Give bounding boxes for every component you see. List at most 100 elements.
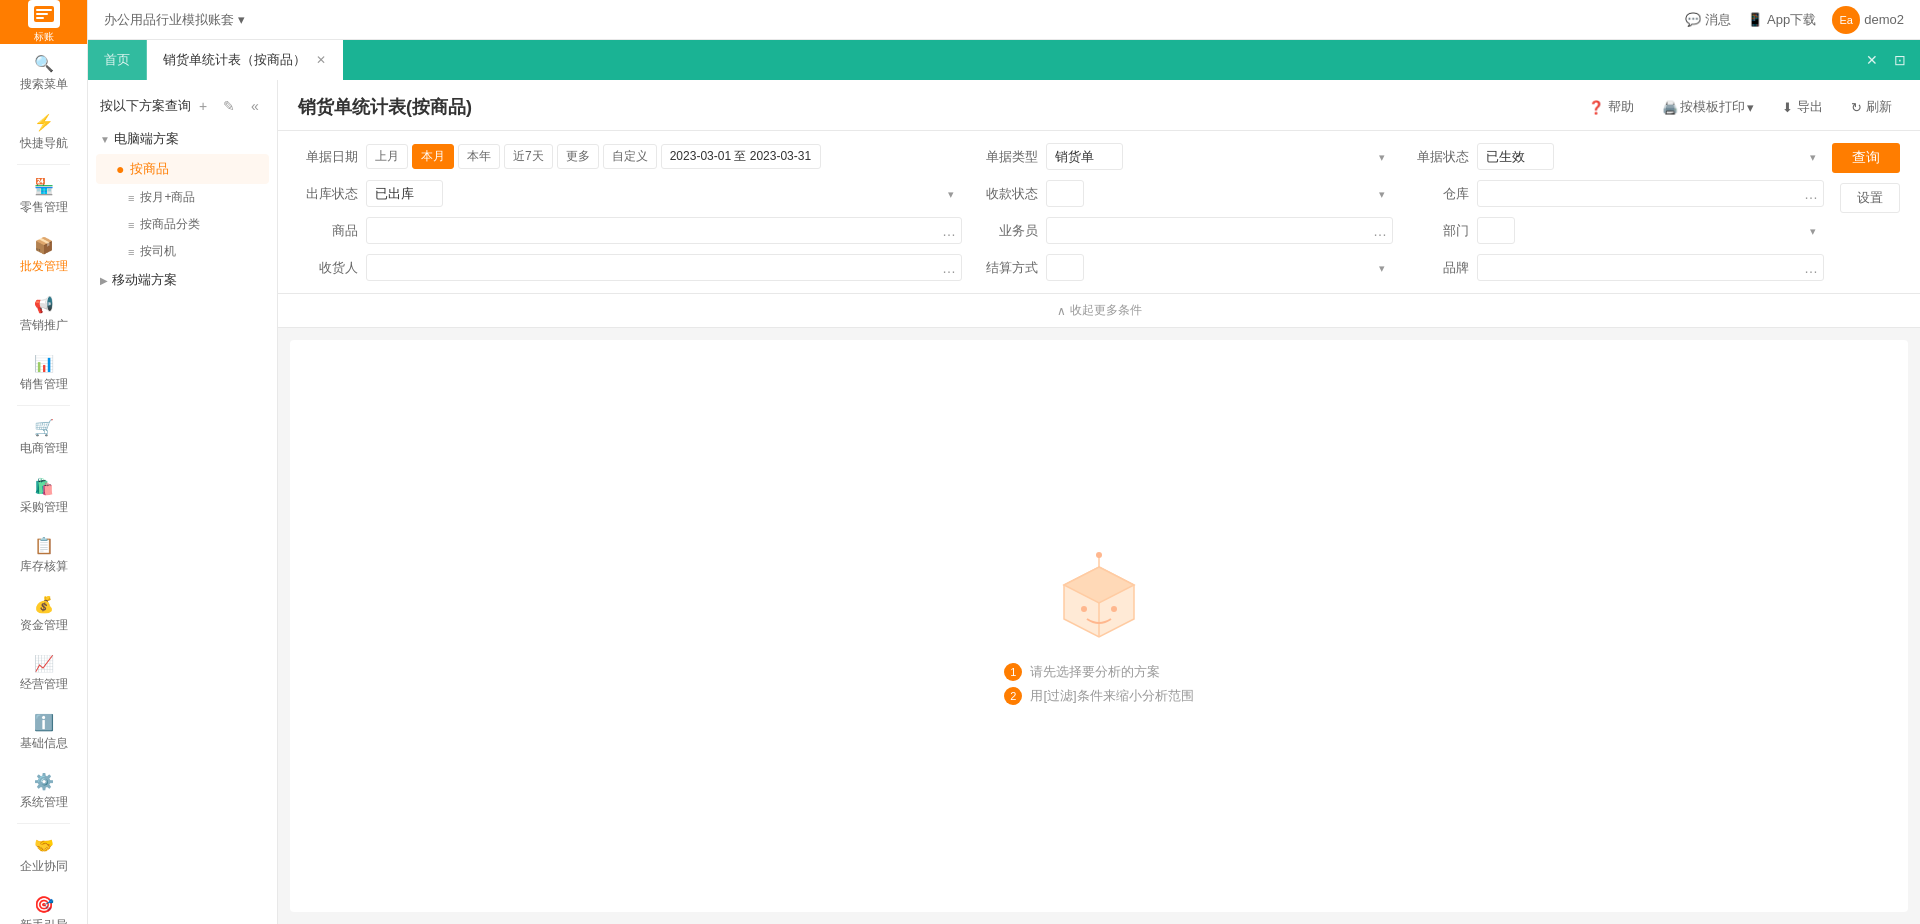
user-menu[interactable]: Ea demo2 [1832, 6, 1904, 34]
app-name: 标账 [34, 30, 54, 44]
scheme-item-by-cashier[interactable]: ≡ 按司机 [96, 238, 269, 265]
divider [17, 164, 69, 165]
left-panel-header: 按以下方案查询 + ✎ « [88, 88, 277, 124]
query-button[interactable]: 查询 [1832, 143, 1900, 173]
main-area: 办公用品行业模拟账套 ▾ 💬 消息 📱 App下载 Ea demo2 首页 销货… [88, 0, 1920, 924]
tab-restore-btn[interactable]: ✕ [1860, 48, 1884, 72]
pc-scheme-group: ▼ 电脑端方案 ● 按商品 ≡ 按月+商品 ≡ 按商品分类 ≡ 按司机 [88, 124, 277, 265]
industry-selector[interactable]: 办公用品行业模拟账套 ▾ [104, 11, 245, 29]
mobile-scheme-header[interactable]: ▶ 移动端方案 [96, 265, 269, 295]
recipient-label: 收货人 [298, 259, 358, 277]
collapse-panel-btn[interactable]: « [245, 96, 265, 116]
collect-status-select-wrapper [1046, 180, 1393, 207]
filter-payment: 结算方式 [978, 254, 1393, 281]
divider [17, 405, 69, 406]
svg-point-10 [1096, 552, 1102, 558]
page-content: 按以下方案查询 + ✎ « ▼ 电脑端方案 ● 按商品 ≡ 按月 [88, 80, 1920, 924]
sidebar-item-newguide[interactable]: 🎯 新手引导 [0, 885, 87, 924]
right-panel: 销货单统计表(按商品) ❓ 帮助 🖨️ 按模板打印 ▾ ⬇ 导出 [278, 80, 1920, 924]
sidebar-item-basic[interactable]: ℹ️ 基础信息 [0, 703, 87, 762]
export-icon: ⬇ [1782, 100, 1793, 115]
date-label: 单据日期 [298, 148, 358, 166]
sidebar-nav: 🔍 搜索菜单 ⚡ 快捷导航 🏪 零售管理 📦 批发管理 📢 营销推广 📊 销售管… [0, 44, 87, 924]
sidebar-item-operations[interactable]: 📈 经营管理 [0, 644, 87, 703]
app-logo[interactable]: 标账 [0, 0, 88, 44]
doc-status-select[interactable]: 已生效 [1477, 143, 1554, 170]
collect-status-select[interactable] [1046, 180, 1084, 207]
filter-doc-type: 单据类型 销货单 [978, 143, 1393, 170]
date-btn-7days[interactable]: 近7天 [504, 144, 553, 169]
warehouse-input[interactable] [1477, 180, 1824, 207]
filter-row-4: 收货人 … 结算方式 [298, 254, 1824, 281]
scheme-icon: ≡ [128, 246, 134, 258]
system-icon: ⚙️ [34, 772, 54, 791]
export-btn[interactable]: ⬇ 导出 [1774, 94, 1831, 120]
scheme-item-by-product[interactable]: ● 按商品 [96, 154, 269, 184]
app-download-btn[interactable]: 📱 App下载 [1747, 11, 1816, 29]
print-btn[interactable]: 🖨️ 按模板打印 ▾ [1654, 94, 1762, 120]
tab-close-btn[interactable]: ✕ [316, 53, 326, 67]
filter-row-3: 商品 … 业务员 … [298, 217, 1824, 244]
scheme-item-by-category[interactable]: ≡ 按商品分类 [96, 211, 269, 238]
dept-select[interactable] [1477, 217, 1515, 244]
out-status-select[interactable]: 已出库 [366, 180, 443, 207]
sidebar-item-marketing[interactable]: 📢 营销推广 [0, 285, 87, 344]
salesperson-input[interactable] [1046, 217, 1393, 244]
recipient-dots-btn[interactable]: … [942, 260, 956, 276]
sidebar-item-retail[interactable]: 🏪 零售管理 [0, 167, 87, 226]
sidebar-item-quicknav[interactable]: ⚡ 快捷导航 [0, 103, 87, 162]
refresh-btn[interactable]: ↻ 刷新 [1843, 94, 1900, 120]
sidebar-item-inventory[interactable]: 📋 库存核算 [0, 526, 87, 585]
edit-scheme-btn[interactable]: ✎ [219, 96, 239, 116]
payment-select-wrapper [1046, 254, 1393, 281]
collapse-bar[interactable]: ∧ 收起更多条件 [278, 294, 1920, 328]
tip-num-1: 1 [1004, 663, 1022, 681]
date-btn-more[interactable]: 更多 [557, 144, 599, 169]
payment-select[interactable] [1046, 254, 1084, 281]
sidebar-item-system[interactable]: ⚙️ 系统管理 [0, 762, 87, 821]
pc-group-label: 电脑端方案 [114, 130, 179, 148]
tab-maximize-btn[interactable]: ⊡ [1888, 48, 1912, 72]
scheme-item-by-month-product[interactable]: ≡ 按月+商品 [96, 184, 269, 211]
sidebar-item-label: 新手引导 [20, 917, 68, 924]
tab-home[interactable]: 首页 [88, 40, 147, 80]
sidebar-item-search[interactable]: 🔍 搜索菜单 [0, 44, 87, 103]
page-title-bar: 销货单统计表(按商品) ❓ 帮助 🖨️ 按模板打印 ▾ ⬇ 导出 [278, 80, 1920, 131]
brand-input[interactable] [1477, 254, 1824, 281]
salesperson-dots-btn[interactable]: … [1373, 223, 1387, 239]
sidebar-item-purchase[interactable]: 🛍️ 采购管理 [0, 467, 87, 526]
left-panel-title: 按以下方案查询 [100, 97, 191, 115]
date-range-input[interactable]: 2023-03-01 至 2023-03-31 [661, 144, 821, 169]
add-scheme-btn[interactable]: + [193, 96, 213, 116]
sidebar-item-finance[interactable]: 💰 资金管理 [0, 585, 87, 644]
pc-scheme-header[interactable]: ▼ 电脑端方案 [96, 124, 269, 154]
filter-fields: 单据日期 上月 本月 本年 近7天 更多 自定义 [298, 143, 1824, 281]
sidebar-item-ecommerce[interactable]: 🛒 电商管理 [0, 408, 87, 467]
product-input-wrapper: … [366, 217, 962, 244]
filter-row-1: 单据日期 上月 本月 本年 近7天 更多 自定义 [298, 143, 1824, 170]
doc-type-select[interactable]: 销货单 [1046, 143, 1123, 170]
top-header: 办公用品行业模拟账套 ▾ 💬 消息 📱 App下载 Ea demo2 [88, 0, 1920, 40]
filter-dept: 部门 [1409, 217, 1824, 244]
search-icon: 🔍 [34, 54, 54, 73]
help-btn[interactable]: ❓ 帮助 [1580, 94, 1642, 120]
brand-dots-btn[interactable]: … [1804, 260, 1818, 276]
date-btn-custom[interactable]: 自定义 [603, 144, 657, 169]
product-input[interactable] [366, 217, 962, 244]
payment-label: 结算方式 [978, 259, 1038, 277]
date-btn-this-month[interactable]: 本月 [412, 144, 454, 169]
empty-state: 1 请先选择要分析的方案 2 用[过滤]条件来缩小分析范围 [290, 340, 1908, 912]
warehouse-dots-btn[interactable]: … [1804, 186, 1818, 202]
date-btn-this-year[interactable]: 本年 [458, 144, 500, 169]
sidebar-item-sales[interactable]: 📊 销售管理 [0, 344, 87, 403]
date-btn-last-month[interactable]: 上月 [366, 144, 408, 169]
tab-stats[interactable]: 销货单统计表（按商品） ✕ [147, 40, 343, 80]
sidebar-item-wholesale[interactable]: 📦 批发管理 [0, 226, 87, 285]
industry-label: 办公用品行业模拟账套 [104, 11, 234, 29]
recipient-input[interactable] [366, 254, 962, 281]
message-btn[interactable]: 💬 消息 [1685, 11, 1731, 29]
product-dots-btn[interactable]: … [942, 223, 956, 239]
sidebar-item-enterprise[interactable]: 🤝 企业协同 [0, 826, 87, 885]
settings-button[interactable]: 设置 [1840, 183, 1900, 213]
filter-date: 单据日期 上月 本月 本年 近7天 更多 自定义 [298, 144, 962, 169]
